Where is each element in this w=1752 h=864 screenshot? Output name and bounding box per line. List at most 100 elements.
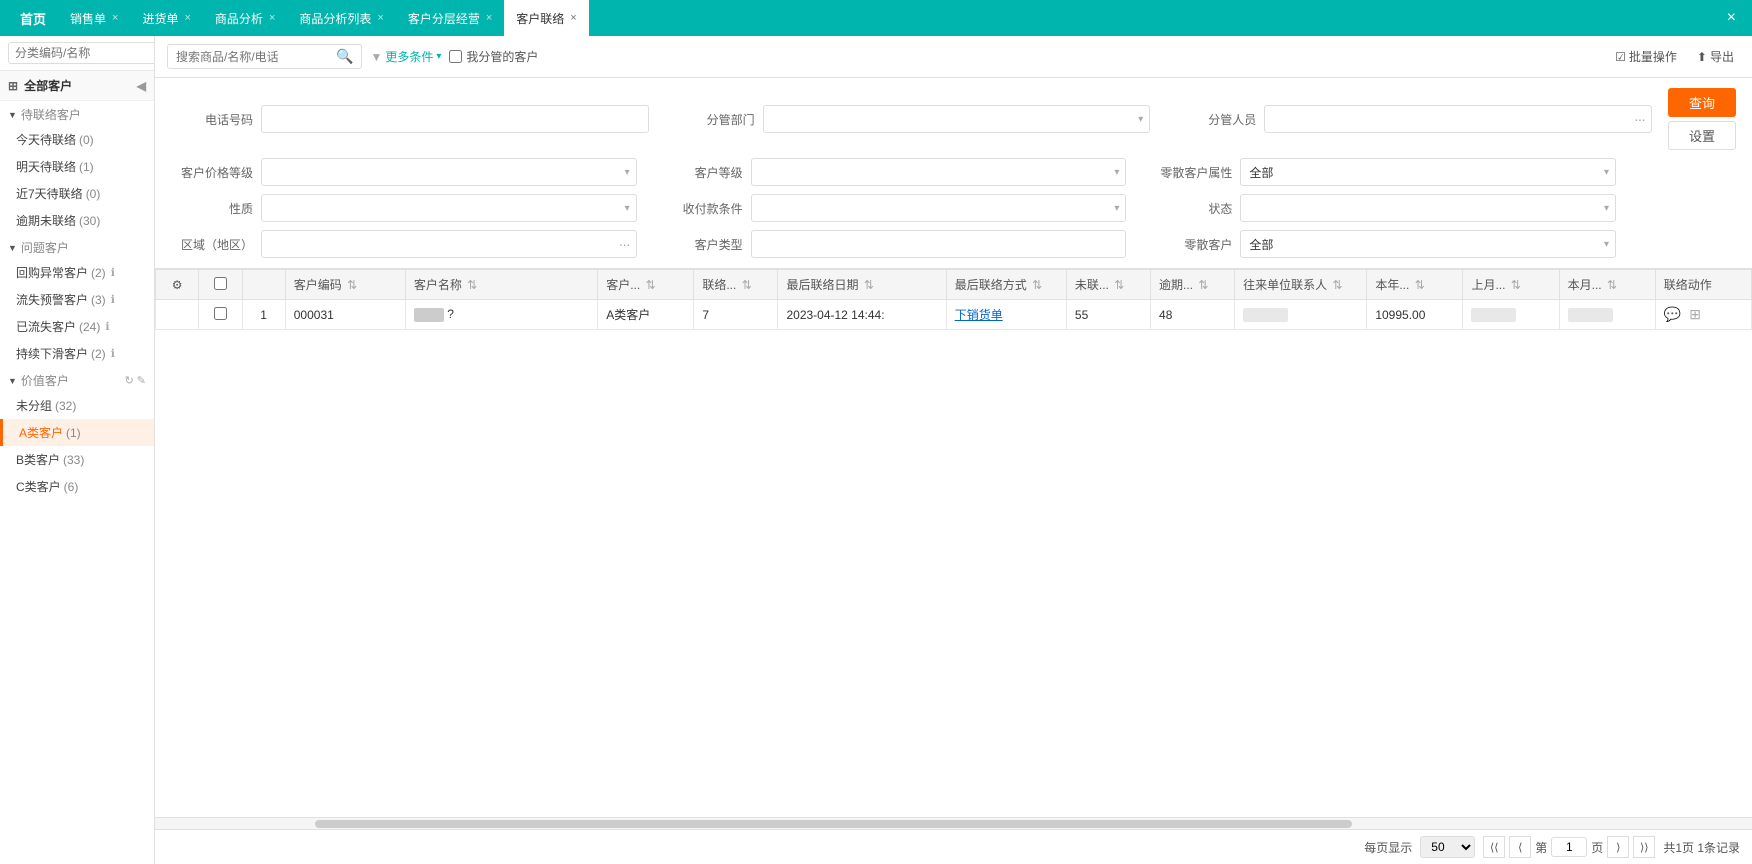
sidebar-item-churned[interactable]: 已流失客户(24) ℹ [0,313,154,340]
customer-grade-input[interactable]: ▾ [751,158,1127,186]
row-last-month [1463,300,1559,330]
action-icons: 💬 ⊞ [1664,306,1743,323]
sidebar-item-declining[interactable]: 持续下滑客户(2) ℹ [0,340,154,367]
row-overdue-days: 48 [1151,300,1235,330]
export-button[interactable]: ⬆ 导出 [1691,45,1740,68]
pending-contact-group-title[interactable]: ▼ 待联络客户 [0,101,154,126]
main-layout: 🔍 ⊞ 全部客户 ◀ ▼ 待联络客户 今天待联络(0) 明天待联络(1) 近7天… [0,36,1752,864]
close-customer-contact-tab[interactable]: × [570,12,576,24]
this-month-column-header[interactable]: 本月... ⇅ [1559,270,1655,300]
nav-customer-segment[interactable]: 客户分层经营 × [396,0,504,36]
sidebar-item-ungrouped[interactable]: 未分组(32) [0,392,154,419]
horizontal-scrollbar[interactable] [155,817,1752,829]
sidebar-item-c-class[interactable]: C类客户(6) [0,473,154,500]
nature-input[interactable]: ▾ [261,194,637,222]
next-page-button[interactable]: ⟩ [1607,836,1629,858]
more-action-icon[interactable]: ⊞ [1689,306,1701,323]
refresh-icon[interactable]: ↻ [125,374,134,387]
sidebar-item-tomorrow-contact[interactable]: 明天待联络(1) [0,153,154,180]
more-options-icon: ··· [1634,111,1645,127]
nav-goods-list[interactable]: 商品分析列表 × [287,0,395,36]
sidebar-collapse-button[interactable]: ◀ [137,79,146,93]
row-select-checkbox[interactable] [214,307,227,320]
code-column-header[interactable]: 客户编码 ⇅ [285,270,405,300]
payment-input[interactable]: ▾ [751,194,1127,222]
first-page-button[interactable]: ⟨⟨ [1483,836,1505,858]
nav-customer-contact[interactable]: 客户联络 × [504,0,588,36]
sidebar-item-7days-contact[interactable]: 近7天待联络(0) [0,180,154,207]
toolbar-right: ☑ 批量操作 ⬆ 导出 [1609,45,1740,68]
gear-column-header[interactable]: ⚙ [156,270,199,300]
manager-label: 分管人员 [1174,111,1264,128]
last-month-column-header[interactable]: 上月... ⇅ [1463,270,1559,300]
table-scroll[interactable]: ⚙ 客户编码 ⇅ 客户名称 ⇅ [155,269,1752,817]
edit-icon[interactable]: ✎ [137,374,146,387]
nav-sales[interactable]: 销售单 × [58,0,130,36]
page-input[interactable] [1551,837,1587,857]
retail-customer-input[interactable]: 全部 ▾ [1240,230,1616,258]
close-customer-segment-tab[interactable]: × [486,12,492,24]
unit-contact-column-header[interactable]: 往来单位联系人 ⇅ [1235,270,1367,300]
customer-type-input[interactable] [751,230,1127,258]
price-grade-input[interactable]: ▾ [261,158,637,186]
sidebar-search-area: 🔍 [0,36,154,71]
nav-purchase[interactable]: 进货单 × [130,0,202,36]
region-input[interactable]: ··· [261,230,637,258]
masked-last-month [1471,308,1516,322]
last-contact-date-column-header[interactable]: 最后联络日期 ⇅ [778,270,946,300]
dept-input[interactable]: ▾ [763,105,1151,133]
close-purchase-tab[interactable]: × [184,12,190,24]
manager-field: 分管人员 ··· [1150,105,1652,133]
nav-goods-analysis[interactable]: 商品分析 × [203,0,287,36]
sidebar-item-abnormal-repurchase[interactable]: 回购异常客户(2) ℹ [0,259,154,286]
batch-operation-button[interactable]: ☑ 批量操作 [1609,45,1683,68]
customer-type-column-header[interactable]: 客户... ⇅ [598,270,694,300]
problem-customers-group-title[interactable]: ▼ 问题客户 [0,234,154,259]
more-filter-button[interactable]: ▼ 更多条件 ▾ [370,48,441,65]
per-page-select[interactable]: 50 100 200 [1420,836,1475,858]
retail-attr-input[interactable]: 全部 ▾ [1240,158,1616,186]
sidebar: 🔍 ⊞ 全部客户 ◀ ▼ 待联络客户 今天待联络(0) 明天待联络(1) 近7天… [0,36,155,864]
customer-grade-field: 客户等级 ▾ [637,158,1127,186]
chevron-down-icon-payment: ▾ [1114,203,1119,214]
status-input[interactable]: ▾ [1240,194,1616,222]
sidebar-all-customers-header[interactable]: ⊞ 全部客户 ◀ [0,71,154,101]
row-no-contact-days: 55 [1066,300,1150,330]
my-customers-check[interactable] [449,50,462,63]
row-last-contact-method[interactable]: 下销货单 [946,300,1066,330]
close-goods-list-tab[interactable]: × [377,12,383,24]
select-all-checkbox[interactable] [214,277,227,290]
close-all-button[interactable]: × [1719,9,1744,27]
this-year-column-header[interactable]: 本年... ⇅ [1367,270,1463,300]
main-search-input[interactable] [176,50,336,64]
sidebar-item-churn-warning[interactable]: 流失预警客户(3) ℹ [0,286,154,313]
no-contact-column-header[interactable]: 未联... ⇅ [1066,270,1150,300]
contact-icon[interactable]: 💬 [1664,306,1681,323]
query-button[interactable]: 查询 [1668,88,1736,117]
search-icon[interactable]: 🔍 [336,48,353,65]
prev-page-button[interactable]: ⟨ [1509,836,1531,858]
table-footer: 每页显示 50 100 200 ⟨⟨ ⟨ 第 页 ⟩ ⟩⟩ 共1页 1条记 [155,829,1752,864]
nav-home[interactable]: 首页 [8,0,58,36]
retail-attr-field: 零散客户属性 全部 ▾ [1126,158,1616,186]
settings-button[interactable]: 设置 [1668,121,1736,150]
overdue-column-header[interactable]: 逾期... ⇅ [1151,270,1235,300]
main-content: 🔍 ▼ 更多条件 ▾ 我分管的客户 ☑ 批量操作 ⬆ 导出 [155,36,1752,864]
value-customers-group-title[interactable]: ▼ 价值客户 ↻ ✎ [0,367,154,392]
manager-input[interactable]: ··· [1264,105,1652,133]
close-goods-analysis-tab[interactable]: × [269,12,275,24]
close-sales-tab[interactable]: × [112,12,118,24]
phone-input[interactable] [261,105,649,133]
last-contact-method-column-header[interactable]: 最后联络方式 ⇅ [946,270,1066,300]
sidebar-search-input[interactable] [8,42,155,64]
last-page-button[interactable]: ⟩⟩ [1633,836,1655,858]
name-column-header[interactable]: 客户名称 ⇅ [405,270,597,300]
sidebar-item-overdue-contact[interactable]: 逾期未联络(30) [0,207,154,234]
row-code[interactable]: 000031 [285,300,405,330]
row-checkbox [199,300,242,330]
contact-column-header[interactable]: 联络... ⇅ [694,270,778,300]
sidebar-item-b-class[interactable]: B类客户(33) [0,446,154,473]
chevron-down-icon-retail: ▾ [1604,167,1609,178]
sidebar-item-today-contact[interactable]: 今天待联络(0) [0,126,154,153]
sidebar-item-a-class[interactable]: A类客户(1) [0,419,154,446]
